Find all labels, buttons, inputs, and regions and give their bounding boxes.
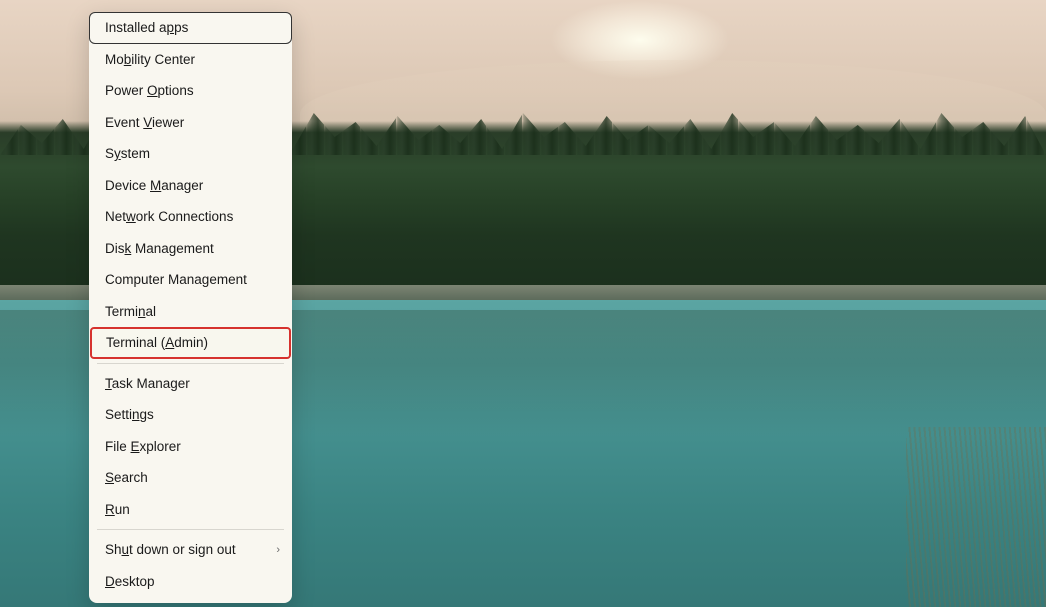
menu-item-label: Terminal (Admin)	[106, 335, 208, 351]
menu-item-label: Installed apps	[105, 20, 188, 36]
menu-item-task-manager[interactable]: Task Manager	[89, 368, 292, 400]
menu-item-file-explorer[interactable]: File Explorer	[89, 431, 292, 463]
menu-item-label: Shut down or sign out	[105, 542, 236, 558]
reeds-foreground	[906, 427, 1046, 607]
menu-item-label: File Explorer	[105, 439, 181, 455]
menu-item-settings[interactable]: Settings	[89, 399, 292, 431]
menu-item-label: Disk Management	[105, 241, 214, 257]
menu-item-terminal-admin[interactable]: Terminal (Admin)	[90, 327, 291, 359]
menu-item-desktop[interactable]: Desktop	[89, 566, 292, 598]
menu-item-terminal[interactable]: Terminal	[89, 296, 292, 328]
menu-item-label: Network Connections	[105, 209, 233, 225]
menu-item-label: Computer Management	[105, 272, 247, 288]
menu-item-label: Power Options	[105, 83, 194, 99]
menu-item-network-connections[interactable]: Network Connections	[89, 201, 292, 233]
menu-item-installed-apps[interactable]: Installed apps	[89, 12, 292, 44]
menu-item-system[interactable]: System	[89, 138, 292, 170]
menu-item-label: Mobility Center	[105, 52, 195, 68]
menu-item-power-options[interactable]: Power Options	[89, 75, 292, 107]
menu-item-label: Event Viewer	[105, 115, 184, 131]
menu-item-shutdown-signout[interactable]: Shut down or sign out ›	[89, 534, 292, 566]
menu-item-disk-management[interactable]: Disk Management	[89, 233, 292, 265]
menu-item-label: Run	[105, 502, 130, 518]
menu-item-device-manager[interactable]: Device Manager	[89, 170, 292, 202]
menu-item-computer-management[interactable]: Computer Management	[89, 264, 292, 296]
menu-item-label: Desktop	[105, 574, 155, 590]
menu-separator	[97, 529, 284, 530]
menu-item-run[interactable]: Run	[89, 494, 292, 526]
menu-item-label: Device Manager	[105, 178, 203, 194]
menu-item-search[interactable]: Search	[89, 462, 292, 494]
menu-item-label: Terminal	[105, 304, 156, 320]
menu-item-label: Task Manager	[105, 376, 190, 392]
menu-item-label: Search	[105, 470, 148, 486]
menu-item-label: Settings	[105, 407, 154, 423]
menu-item-mobility-center[interactable]: Mobility Center	[89, 44, 292, 76]
menu-item-event-viewer[interactable]: Event Viewer	[89, 107, 292, 139]
chevron-right-icon: ›	[276, 544, 280, 557]
winx-power-menu: Installed apps Mobility Center Power Optio…	[89, 12, 292, 603]
menu-separator	[97, 363, 284, 364]
menu-item-label: System	[105, 146, 150, 162]
